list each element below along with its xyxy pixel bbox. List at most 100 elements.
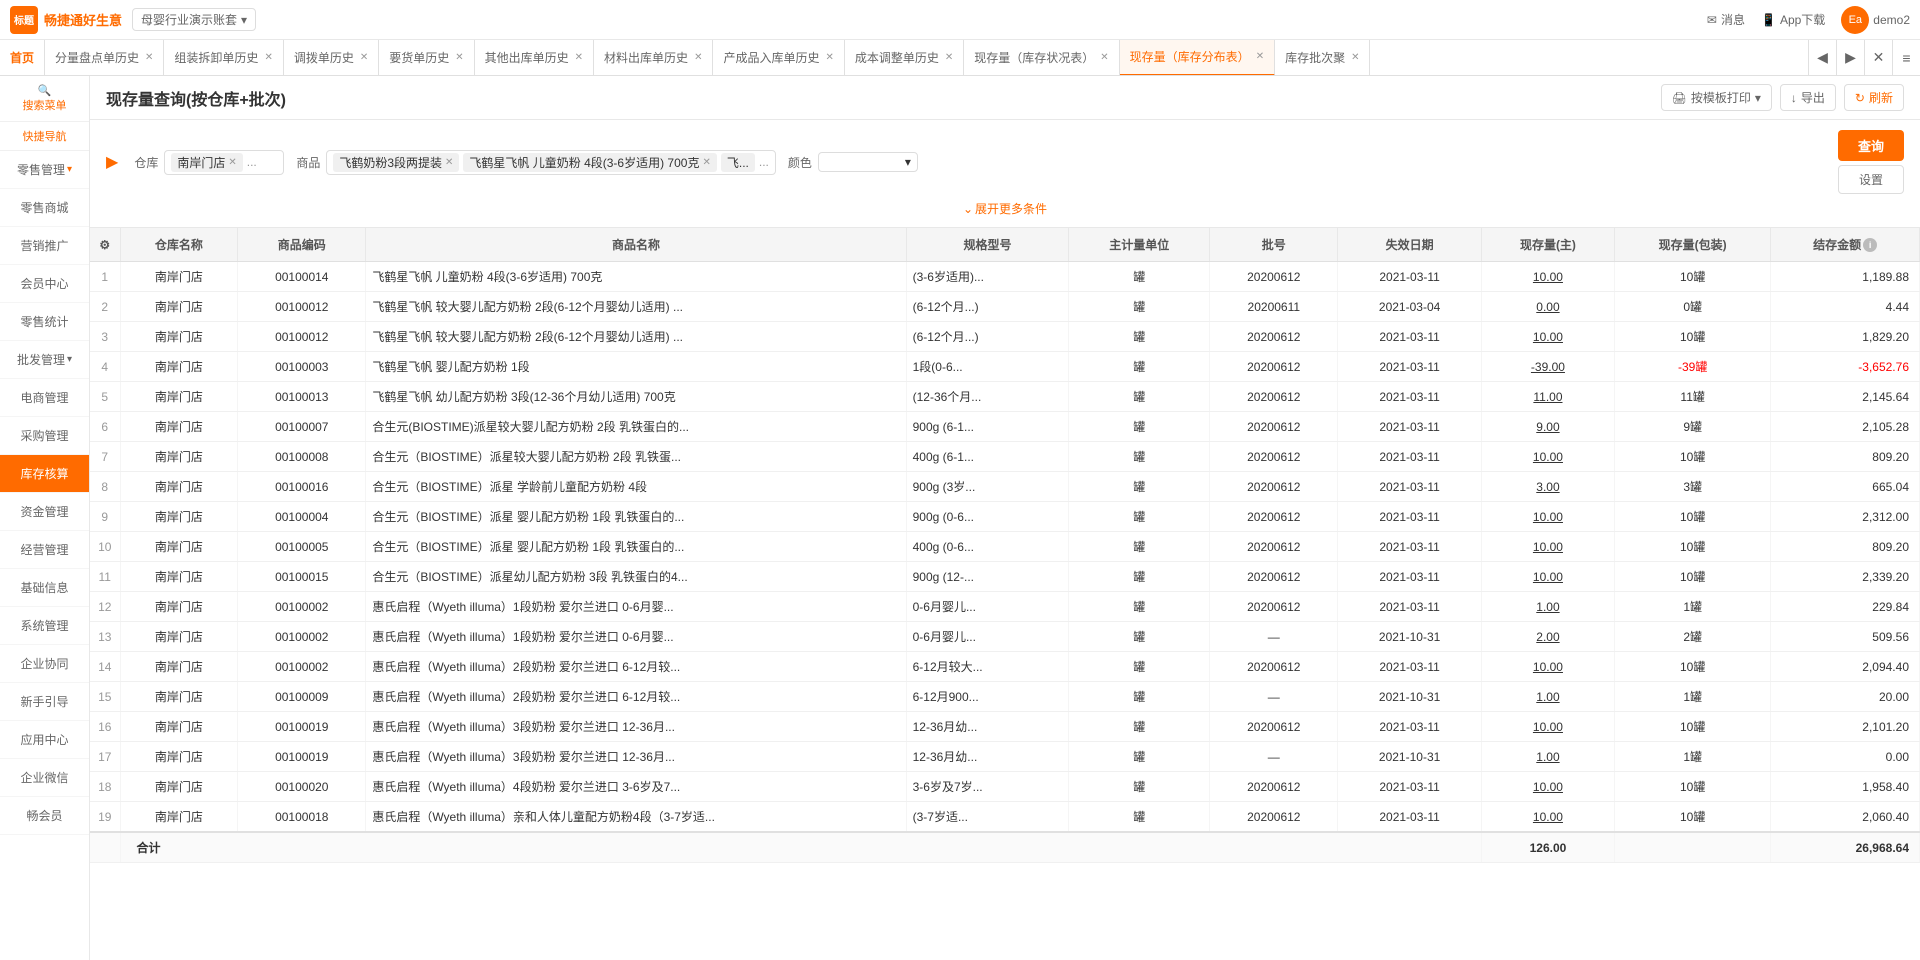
cell-qty-main[interactable]: 10.00 — [1481, 772, 1614, 802]
cell-code: 00100009 — [238, 682, 366, 712]
tab-xian-cun-ku[interactable]: 现存量（库存状况表） ✕ — [964, 40, 1119, 76]
export-button[interactable]: ↓ 导出 — [1780, 84, 1836, 111]
sidebar-item-vip[interactable]: 畅会员 — [0, 797, 89, 835]
sidebar-item-basic[interactable]: 基础信息 — [0, 569, 89, 607]
sidebar-search[interactable]: 🔍 搜索菜单 — [0, 76, 89, 122]
product-tag2-close[interactable]: ✕ — [702, 157, 710, 168]
app-download-button[interactable]: 📱 App下载 — [1761, 11, 1825, 28]
cell-qty-main[interactable]: 10.00 — [1481, 532, 1614, 562]
sidebar-item-wholesale[interactable]: 批发管理 ▾ — [0, 341, 89, 379]
sidebar-item-ecommerce[interactable]: 电商管理 — [0, 379, 89, 417]
sidebar-item-system[interactable]: 系统管理 — [0, 607, 89, 645]
sidebar-item-guide[interactable]: 新手引导 — [0, 683, 89, 721]
tab-prev-button[interactable]: ◀ — [1808, 40, 1836, 76]
tab-diao-bo[interactable]: 调拨单历史 ✕ — [284, 40, 379, 76]
tab-close-icon[interactable]: ✕ — [945, 52, 953, 63]
cell-qty-main[interactable]: 1.00 — [1481, 742, 1614, 772]
cell-qty-main[interactable]: 10.00 — [1481, 562, 1614, 592]
th-settings[interactable]: ⚙ — [90, 228, 120, 262]
tab-close-icon[interactable]: ✕ — [575, 52, 583, 63]
cell-qty-main[interactable]: 10.00 — [1481, 322, 1614, 352]
tab-close-icon[interactable]: ✕ — [825, 52, 833, 63]
warehouse-tag-container[interactable]: 南岸门店 ✕ ... — [164, 150, 284, 175]
warehouse-tag-close[interactable]: ✕ — [228, 157, 236, 168]
color-input[interactable]: ▾ — [818, 152, 918, 172]
product-more-button[interactable]: ... — [759, 155, 769, 169]
tab-menu-button[interactable]: ≡ — [1892, 40, 1920, 76]
cell-qty-main[interactable]: 2.00 — [1481, 622, 1614, 652]
sidebar-item-app-center[interactable]: 应用中心 — [0, 721, 89, 759]
query-button[interactable]: 查询 — [1838, 130, 1904, 161]
tab-yao-huo[interactable]: 要货单历史 ✕ — [379, 40, 474, 76]
cell-name: 飞鹤星飞帆 较大婴儿配方奶粉 2段(6-12个月婴幼儿适用) ... — [366, 322, 906, 352]
sidebar-item-purchase[interactable]: 采购管理 — [0, 417, 89, 455]
product-tag1-close[interactable]: ✕ — [445, 157, 453, 168]
sidebar-item-stats[interactable]: 零售统计 — [0, 303, 89, 341]
sidebar-quick-nav[interactable]: 快捷导航 — [0, 122, 89, 151]
tab-cai-liao[interactable]: 材料出库单历史 ✕ — [594, 40, 713, 76]
sidebar-item-finance[interactable]: 资金管理 — [0, 493, 89, 531]
tab-close-all-button[interactable]: ✕ — [1864, 40, 1892, 76]
tab-qi-ta[interactable]: 其他出库单历史 ✕ — [475, 40, 594, 76]
cell-warehouse: 南岸门店 — [120, 742, 238, 772]
tab-close-icon[interactable]: ✕ — [360, 52, 368, 63]
sidebar-item-member[interactable]: 会员中心 — [0, 265, 89, 303]
tab-close-icon[interactable]: ✕ — [145, 52, 153, 63]
row-number: 7 — [90, 442, 120, 472]
sidebar-item-enterprise-wechat[interactable]: 企业微信 — [0, 759, 89, 797]
cell-expire: 2021-03-11 — [1338, 502, 1482, 532]
sidebar-item-inventory[interactable]: 库存核算 — [0, 455, 89, 493]
cell-qty-main[interactable]: 10.00 — [1481, 712, 1614, 742]
tab-cheng-ben[interactable]: 成本调整单历史 ✕ — [845, 40, 964, 76]
tab-close-icon[interactable]: ✕ — [1351, 52, 1359, 63]
row-number: 14 — [90, 652, 120, 682]
template-print-button[interactable]: 🖨 按模板打印 ▾ — [1661, 84, 1772, 111]
cell-qty-main[interactable]: 11.00 — [1481, 382, 1614, 412]
sidebar-item-operation[interactable]: 经营管理 — [0, 531, 89, 569]
cell-qty-main[interactable]: 0.00 — [1481, 292, 1614, 322]
filter-collapse-button[interactable]: ▶ — [106, 152, 118, 172]
tab-ku-cun-pi[interactable]: 库存批次聚 ✕ — [1275, 40, 1370, 76]
tab-close-icon[interactable]: ✕ — [1100, 52, 1108, 63]
refresh-button[interactable]: ↻ 刷新 — [1844, 84, 1904, 111]
sidebar-item-enterprise[interactable]: 企业协同 — [0, 645, 89, 683]
cell-qty-main[interactable]: 10.00 — [1481, 802, 1614, 833]
workspace-selector[interactable]: 母婴行业演示账套 ▾ — [132, 8, 256, 31]
product-tag-container[interactable]: 飞鹤奶粉3段两提装 ✕ 飞鹤星飞帆 儿童奶粉 4段(3-6岁适用) 700克 ✕… — [326, 150, 776, 175]
tab-fen-pan[interactable]: 分量盘点单历史 ✕ — [45, 40, 164, 76]
cell-name: 飞鹤星飞帆 幼儿配方奶粉 3段(12-36个月幼儿适用) 700克 — [366, 382, 906, 412]
cell-unit: 罐 — [1069, 352, 1210, 382]
tab-zu-zhuang[interactable]: 组装拆卸单历史 ✕ — [164, 40, 283, 76]
tab-close-icon[interactable]: ✕ — [455, 52, 463, 63]
cell-qty-main[interactable]: 10.00 — [1481, 262, 1614, 292]
product-label: 商品 — [296, 154, 320, 171]
tab-close-icon[interactable]: ✕ — [1256, 51, 1264, 62]
sidebar-item-zero-sale[interactable]: 零售管理 ▾ — [0, 151, 89, 189]
cell-qty-main[interactable]: 1.00 — [1481, 592, 1614, 622]
cell-qty-main[interactable]: -39.00 — [1481, 352, 1614, 382]
cell-qty-main[interactable]: 3.00 — [1481, 472, 1614, 502]
user-profile[interactable]: Ea demo2 — [1841, 6, 1910, 34]
cell-qty-main[interactable]: 9.00 — [1481, 412, 1614, 442]
messages-button[interactable]: ✉ 消息 — [1707, 11, 1745, 28]
tab-close-icon[interactable]: ✕ — [264, 52, 272, 63]
tab-home[interactable]: 首页 — [0, 40, 45, 76]
sidebar-item-zero-mall[interactable]: 零售商城 — [0, 189, 89, 227]
tab-next-button[interactable]: ▶ — [1836, 40, 1864, 76]
amount-info-icon[interactable]: i — [1863, 238, 1877, 252]
tab-xian-cun-fen[interactable]: 现存量（库存分布表） ✕ — [1120, 40, 1275, 76]
warehouse-more-button[interactable]: ... — [247, 155, 257, 169]
row-number: 9 — [90, 502, 120, 532]
cell-qty-main[interactable]: 10.00 — [1481, 502, 1614, 532]
cell-qty-main[interactable]: 1.00 — [1481, 682, 1614, 712]
settings-button[interactable]: 设置 — [1838, 165, 1904, 194]
tab-bar: 首页 分量盘点单历史 ✕ 组装拆卸单历史 ✕ 调拨单历史 ✕ 要货单历史 ✕ 其… — [0, 40, 1920, 76]
sidebar-item-marketing[interactable]: 营销推广 — [0, 227, 89, 265]
cell-qty-main[interactable]: 10.00 — [1481, 652, 1614, 682]
tab-close-icon[interactable]: ✕ — [694, 52, 702, 63]
tab-chan-cheng[interactable]: 产成品入库单历史 ✕ — [713, 40, 844, 76]
cell-qty-main[interactable]: 10.00 — [1481, 442, 1614, 472]
cell-batch: 20200612 — [1210, 562, 1338, 592]
expand-filter-button[interactable]: ⌄ 展开更多条件 — [963, 200, 1047, 217]
cell-name: 惠氏启程（Wyeth illuma）2段奶粉 爱尔兰进口 6-12月较... — [366, 652, 906, 682]
